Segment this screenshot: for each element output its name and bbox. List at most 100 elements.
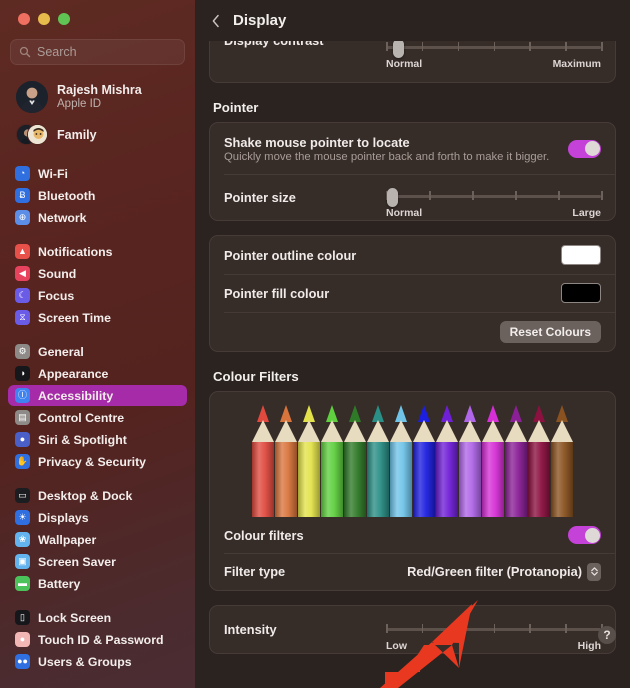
sidebar-item-screen-time[interactable]: ⧖ Screen Time [8,307,187,328]
slider-max-caption: Large [572,207,601,219]
slider-min-caption: Low [386,639,407,652]
filter-type-label: Filter type [224,564,286,579]
colour-filters-section-title: Colour Filters [213,369,299,384]
screen-time-icon: ⧖ [15,310,30,325]
zoom-button[interactable] [58,13,70,25]
sidebar-item-appearance[interactable]: ◑ Appearance [8,363,187,384]
sidebar-item-accessibility[interactable]: Ⓘ Accessibility [8,385,187,406]
slider-thumb[interactable] [386,188,398,207]
sidebar-item-notifications[interactable]: ▲ Notifications [8,241,187,262]
sidebar-item-general[interactable]: ⚙ General [8,341,187,362]
minimize-button[interactable] [38,13,50,25]
pencil-body [551,442,573,517]
sidebar-item-sound[interactable]: ◀ Sound [8,263,187,284]
sidebar-item-label: Bluetooth [38,188,96,203]
system-settings-window: Rajesh Mishra Apple ID [0,0,630,688]
colour-filters-toggle[interactable] [568,526,601,544]
pointer-card: Shake mouse pointer to locate Quickly mo… [209,122,616,221]
pencil-body [482,442,504,517]
sidebar-item-lock-screen[interactable]: ▯ Lock Screen [8,607,187,628]
sidebar-item-desktop-dock[interactable]: ▭ Desktop & Dock [8,485,187,506]
slider-tick [421,623,424,633]
pointer-colour-card: Pointer outline colour Pointer fill colo… [209,235,616,352]
slider-thumb[interactable] [393,39,405,58]
pencil-wood [413,420,435,442]
displays-icon: ☀ [15,510,30,525]
pencil-wood [528,420,550,442]
pointer-fill-label: Pointer fill colour [224,285,330,301]
sidebar-item-network[interactable]: ⊕ Network [8,207,187,228]
sidebar-item-control-centre[interactable]: ▤ Control Centre [8,407,187,428]
colour-filters-label: Colour filters [224,527,304,543]
slider-max-caption: High [577,639,601,652]
pencil [528,405,550,517]
filter-type-popup[interactable]: Red/Green filter (Protanopia) [407,562,601,581]
intensity-slider[interactable]: Low High [386,615,603,652]
sidebar-item-label: Wallpaper [38,532,97,547]
sidebar-item-wallpaper[interactable]: ❀ Wallpaper [8,529,187,550]
slider-tick [558,191,560,200]
intensity-row: Intensity Low High [210,606,615,653]
sidebar-item-focus[interactable]: ☾ Focus [8,285,187,306]
toggle-knob [584,527,600,543]
colour-filters-toggle-row: Colour filters [210,517,615,553]
sidebar-item-siri-spotlight[interactable]: ● Siri & Spotlight [8,429,187,450]
slider-tick [421,42,424,51]
pencil [344,405,366,517]
sidebar-item-wi-fi[interactable]: ◔ Wi-Fi [8,163,187,184]
close-button[interactable] [18,13,30,25]
page-title: Display [233,12,287,29]
shake-pointer-label: Shake mouse pointer to locate [224,134,410,150]
pointer-outline-swatch[interactable] [561,245,601,265]
pencil-body [390,442,412,517]
help-button[interactable]: ? [598,626,616,644]
back-button[interactable] [209,12,223,30]
shake-pointer-toggle[interactable] [568,139,601,158]
pencil-wood [436,420,458,442]
pointer-outline-row: Pointer outline colour [210,236,615,274]
pencil-wood [390,420,412,442]
apple-id-row[interactable]: Rajesh Mishra Apple ID [10,77,185,117]
sidebar-group-2: ⚙ General ◑ Appearance Ⓘ Accessibility ▤ Contro… [8,341,187,472]
sidebar-item-screen-saver[interactable]: ▣ Screen Saver [8,551,187,572]
sidebar-item-label: General [38,344,84,359]
slider-tick [429,191,431,200]
pencil [551,405,573,517]
slider-tick [565,623,567,633]
pencil-wood [275,420,297,442]
sidebar-item-users-groups[interactable]: ●● Users & Groups [8,651,187,672]
sidebar-item-touch-id-password[interactable]: ● Touch ID & Password [8,629,187,650]
sidebar-item-privacy-security[interactable]: ✋ Privacy & Security [8,451,187,472]
family-row[interactable]: Family [10,120,185,150]
avatar [16,81,48,113]
slider-tick [472,191,474,200]
sidebar-item-label: Sound [38,266,77,281]
sidebar-item-displays[interactable]: ☀ Displays [8,507,187,528]
sidebar-item-label: Displays [38,510,89,525]
sidebar-group-4: ▯ Lock Screen ● Touch ID & Password ●● Users … [8,607,187,672]
appearance-icon: ◑ [15,366,30,381]
sidebar-item-bluetooth[interactable]: Ƀ Bluetooth [8,185,187,206]
battery-icon: ▬ [15,576,30,591]
search-icon [19,46,31,58]
intensity-label: Intensity [224,622,277,637]
filter-type-row: Filter type Red/Green filter (Protanopia… [210,553,615,590]
search-field[interactable] [10,39,185,65]
pencil [298,405,320,517]
sidebar-item-label: Screen Saver [38,554,116,569]
pencil-wood [551,420,573,442]
pencil [367,405,389,517]
pointer-fill-swatch[interactable] [561,283,601,303]
sidebar-item-label: Users & Groups [38,654,132,669]
slider-thumb[interactable] [453,620,465,640]
reset-colours-button[interactable]: Reset Colours [499,320,601,343]
search-input[interactable] [37,45,176,59]
pointer-size-label: Pointer size [224,189,296,205]
pencil-body [528,442,550,517]
pointer-size-slider[interactable]: Normal Large [386,182,603,219]
accessibility-icon: Ⓘ [15,388,30,403]
sidebar-item-battery[interactable]: ▬ Battery [8,573,187,594]
slider-tick [457,42,460,51]
slider-min-caption: Normal [386,207,423,219]
colour-filters-card: Colour filters Filter type Red/Green fil… [209,391,616,591]
